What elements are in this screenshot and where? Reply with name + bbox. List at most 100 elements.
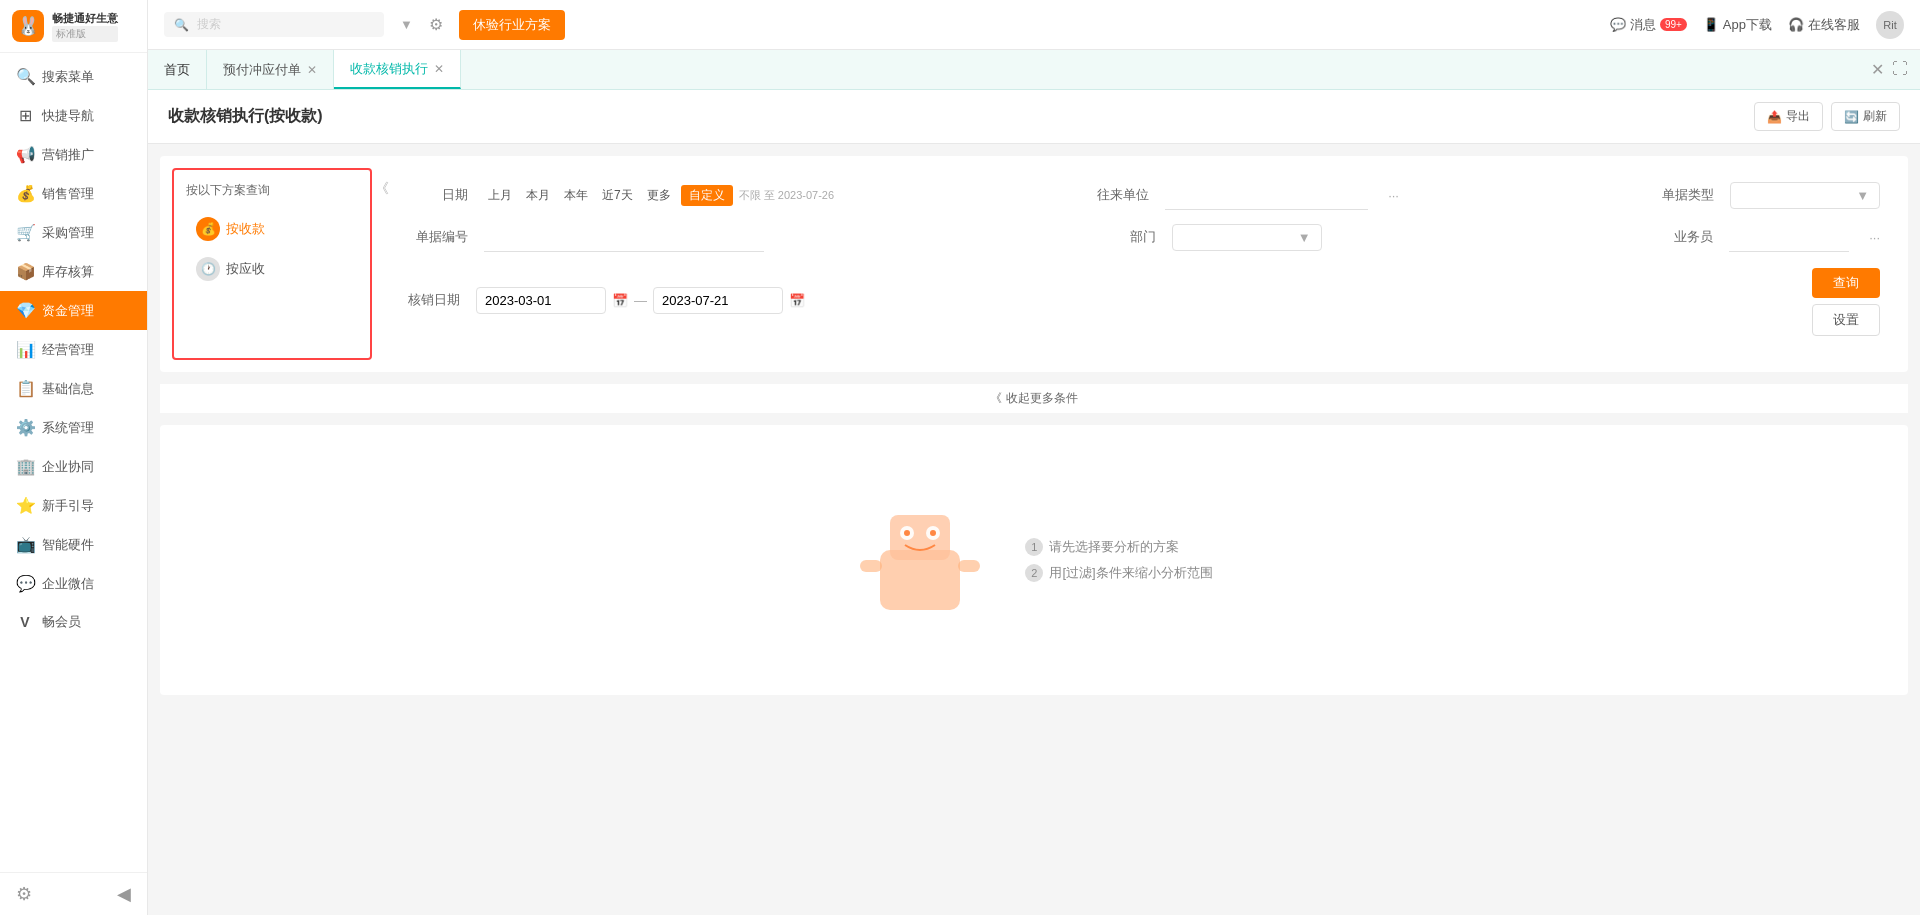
- date-shortcuts: 上月 本月 本年 近7天 更多 自定义 不限 至 2023-07-26: [484, 185, 834, 206]
- tab-close-collection[interactable]: ✕: [434, 62, 444, 76]
- verify-date-group: 📅 — 📅: [476, 287, 805, 314]
- tab-collection[interactable]: 收款核销执行 ✕: [334, 50, 461, 89]
- salesperson-label: 业务员: [1653, 228, 1713, 246]
- export-button[interactable]: 📤 导出: [1754, 102, 1823, 131]
- tv-icon: 📺: [16, 535, 34, 554]
- sidebar: 🐰 畅捷通好生意 标准版 🔍 搜索菜单 ⊞ 快捷导航 📢 营销推广 💰 销售管理…: [0, 0, 148, 915]
- filter-panel: 按以下方案查询 💰 按收款 🕐 按应收 《 日期: [160, 156, 1908, 372]
- department-select[interactable]: ▼: [1172, 224, 1322, 251]
- doc-number-input[interactable]: [484, 222, 764, 252]
- sidebar-item-guide[interactable]: ⭐ 新手引导: [0, 486, 147, 525]
- svg-rect-6: [860, 560, 882, 572]
- tabs-bar: 首页 预付冲应付单 ✕ 收款核销执行 ✕ ✕ ⛶: [148, 50, 1920, 90]
- collapse-more-btn[interactable]: 《 收起更多条件: [160, 384, 1908, 413]
- page-header: 收款核销执行(按收款) 📤 导出 🔄 刷新: [148, 90, 1920, 144]
- svg-rect-1: [890, 515, 950, 560]
- star-icon: ⭐: [16, 496, 34, 515]
- date-custom-tag[interactable]: 自定义: [681, 185, 733, 206]
- date-last-month[interactable]: 上月: [484, 185, 516, 206]
- refresh-icon: 🔄: [1844, 110, 1859, 124]
- date-more[interactable]: 更多: [643, 185, 675, 206]
- sidebar-logo: 🐰 畅捷通好生意 标准版: [0, 0, 147, 53]
- empty-content: 1 请先选择要分析的方案 2 用[过滤]条件来缩小分析范围: [855, 505, 1212, 615]
- settings-button[interactable]: 设置: [1812, 304, 1880, 336]
- chevron-down-icon[interactable]: ▼: [400, 17, 413, 32]
- industry-solution-button[interactable]: 休验行业方案: [459, 10, 565, 40]
- sidebar-item-enterprise[interactable]: 🏢 企业协同: [0, 447, 147, 486]
- counterparty-more-icon[interactable]: ···: [1388, 188, 1399, 203]
- salesperson-more-icon[interactable]: ···: [1869, 230, 1880, 245]
- header-gear-icon[interactable]: ⚙: [429, 15, 443, 34]
- sidebar-item-search[interactable]: 🔍 搜索菜单: [0, 57, 147, 96]
- date-this-year[interactable]: 本年: [560, 185, 592, 206]
- sidebar-item-system[interactable]: ⚙️ 系统管理: [0, 408, 147, 447]
- sidebar-item-finance[interactable]: 💎 资金管理: [0, 291, 147, 330]
- close-window-icon[interactable]: ✕: [1871, 60, 1884, 79]
- page-actions: 📤 导出 🔄 刷新: [1754, 102, 1900, 131]
- logo-text: 畅捷通好生意 标准版: [52, 11, 118, 42]
- calendar-end-icon[interactable]: 📅: [789, 293, 805, 308]
- tab-close-prepay[interactable]: ✕: [307, 63, 317, 77]
- verify-date-end-input[interactable]: [653, 287, 783, 314]
- sidebar-item-purchase[interactable]: 🛒 采购管理: [0, 213, 147, 252]
- building-icon: 🏢: [16, 457, 34, 476]
- app-download-button[interactable]: 📱 App下载: [1703, 16, 1772, 34]
- doc-number-label: 单据编号: [408, 228, 468, 246]
- sidebar-item-member[interactable]: V 畅会员: [0, 603, 147, 641]
- sidebar-item-marketing[interactable]: 📢 营销推广: [0, 135, 147, 174]
- document-type-select[interactable]: ▼: [1730, 182, 1880, 209]
- page-title: 收款核销执行(按收款): [168, 106, 323, 127]
- main-area: 🔍 搜索 ▼ ⚙ 休验行业方案 💬 消息 99+ 📱 App下载 🎧 在线客服 …: [148, 0, 1920, 915]
- sidebar-item-inventory[interactable]: 📦 库存核算: [0, 252, 147, 291]
- salesperson-input[interactable]: [1729, 222, 1849, 252]
- chevron-left-icon: 《: [375, 180, 389, 198]
- maximize-icon[interactable]: ⛶: [1892, 60, 1908, 79]
- search-icon-header: 🔍: [174, 18, 189, 32]
- date-this-month[interactable]: 本月: [522, 185, 554, 206]
- doc-icon: 📋: [16, 379, 34, 398]
- verify-date-start-input[interactable]: [476, 287, 606, 314]
- sidebar-item-weixin[interactable]: 💬 企业微信: [0, 564, 147, 603]
- counterparty-input[interactable]: [1165, 180, 1368, 210]
- sales-icon: 💰: [16, 184, 34, 203]
- svg-point-5: [930, 530, 936, 536]
- filter-row-3: 核销日期 📅 — 📅 查询 设置: [408, 264, 1880, 336]
- sidebar-item-quick-nav[interactable]: ⊞ 快捷导航: [0, 96, 147, 135]
- tab-prepay[interactable]: 预付冲应付单 ✕: [207, 50, 334, 89]
- dropdown-arrow-icon: ▼: [1856, 188, 1869, 203]
- sidebar-item-business[interactable]: 📊 经营管理: [0, 330, 147, 369]
- filter-options-sidebar: 按以下方案查询 💰 按收款 🕐 按应收: [172, 168, 372, 360]
- filter-collapse-btn[interactable]: 《: [372, 168, 392, 360]
- query-button[interactable]: 查询: [1812, 268, 1880, 298]
- date-label: 日期: [408, 186, 468, 204]
- date-last-7-days[interactable]: 近7天: [598, 185, 637, 206]
- service-icon: 🎧: [1788, 17, 1804, 32]
- header-search[interactable]: 🔍 搜索: [164, 12, 384, 37]
- settings-bottom-icon[interactable]: ⚙: [16, 883, 32, 905]
- hint-1: 1 请先选择要分析的方案: [1025, 538, 1212, 556]
- filter-sidebar-title: 按以下方案查询: [186, 182, 358, 199]
- filter-option-by-receipt[interactable]: 💰 按收款: [186, 209, 358, 249]
- online-service-button[interactable]: 🎧 在线客服: [1788, 16, 1860, 34]
- date-range-display: 不限 至 2023-07-26: [739, 188, 834, 203]
- top-header: 🔍 搜索 ▼ ⚙ 休验行业方案 💬 消息 99+ 📱 App下载 🎧 在线客服 …: [148, 0, 1920, 50]
- refresh-button[interactable]: 🔄 刷新: [1831, 102, 1900, 131]
- sidebar-item-hardware[interactable]: 📺 智能硬件: [0, 525, 147, 564]
- cart-icon: 🛒: [16, 223, 34, 242]
- empty-state: 1 请先选择要分析的方案 2 用[过滤]条件来缩小分析范围: [160, 425, 1908, 695]
- finance-icon: 💎: [16, 301, 34, 320]
- sidebar-item-sales[interactable]: 💰 销售管理: [0, 174, 147, 213]
- sidebar-bottom: ⚙ ◀: [0, 872, 147, 915]
- messages-button[interactable]: 💬 消息 99+: [1610, 16, 1687, 34]
- user-avatar[interactable]: Rit: [1876, 11, 1904, 39]
- filter-row-1: 日期 上月 本月 本年 近7天 更多 自定义 不限 至 2023-07-26 往…: [408, 180, 1880, 210]
- filter-row-2: 单据编号 部门 ▼ 业务员 ···: [408, 222, 1880, 252]
- page-content: 收款核销执行(按收款) 📤 导出 🔄 刷新 按以下方案查询 💰 按收款: [148, 90, 1920, 915]
- tab-home[interactable]: 首页: [148, 50, 207, 89]
- verify-date-label: 核销日期: [408, 291, 460, 309]
- collapse-sidebar-icon[interactable]: ◀: [117, 883, 131, 905]
- vip-icon: V: [16, 614, 34, 630]
- calendar-start-icon[interactable]: 📅: [612, 293, 628, 308]
- sidebar-item-basic-info[interactable]: 📋 基础信息: [0, 369, 147, 408]
- filter-option-by-receivable[interactable]: 🕐 按应收: [186, 249, 358, 289]
